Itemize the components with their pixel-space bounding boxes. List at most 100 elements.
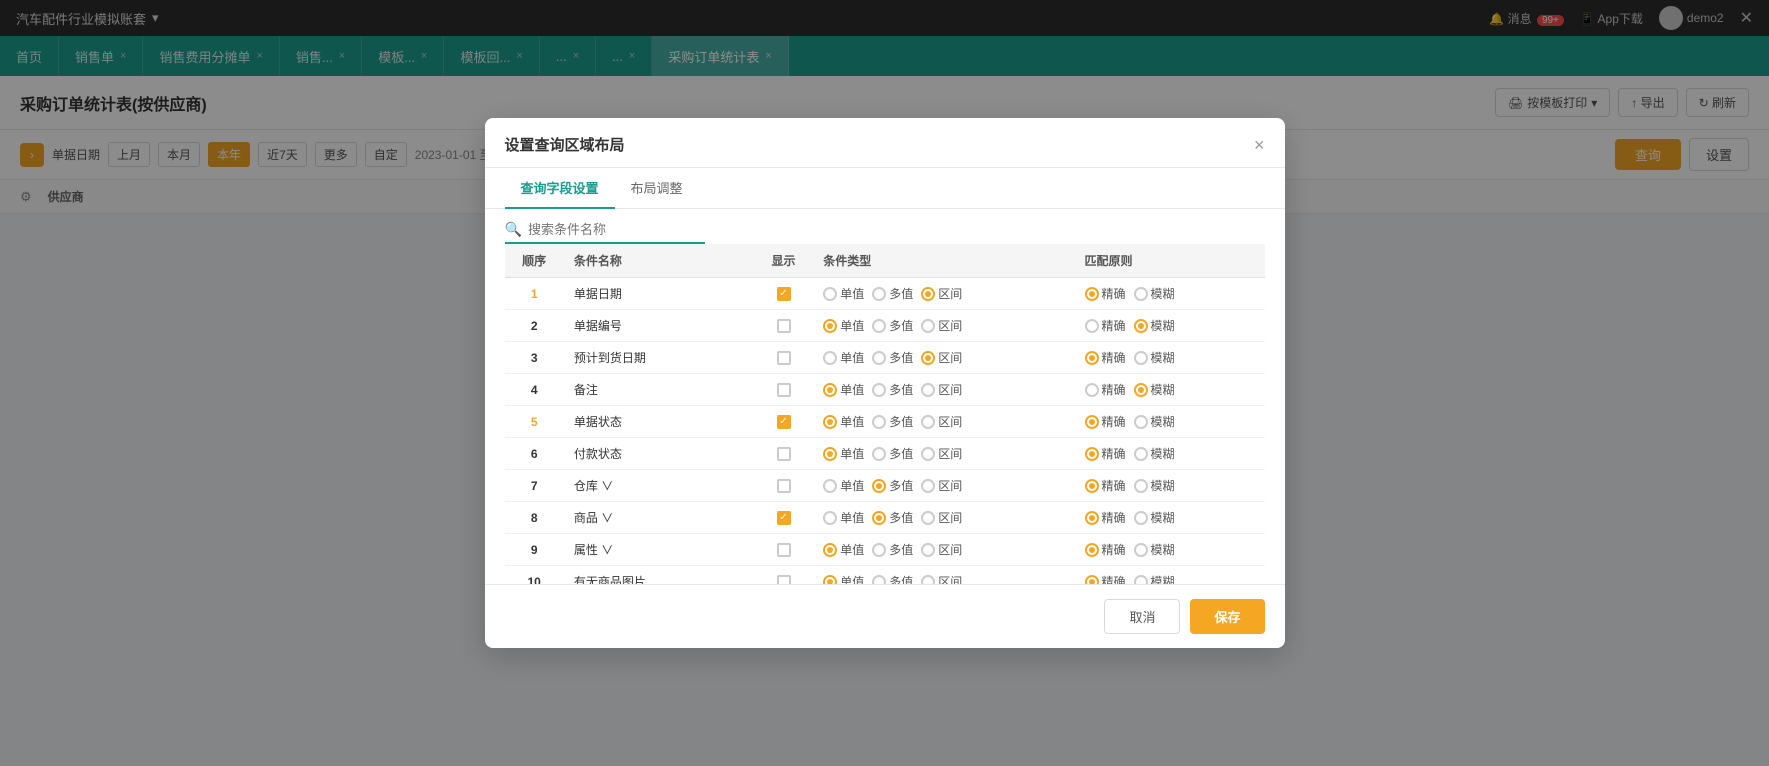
- radio-circle[interactable]: [921, 479, 935, 493]
- type-radio-item[interactable]: 单值: [823, 445, 864, 462]
- show-checkbox[interactable]: [777, 543, 791, 557]
- radio-circle[interactable]: [823, 415, 837, 429]
- type-radio-item[interactable]: 单值: [823, 477, 864, 494]
- radio-circle[interactable]: [823, 575, 837, 585]
- match-radio-item[interactable]: 精确: [1085, 541, 1126, 558]
- radio-circle[interactable]: [823, 543, 837, 557]
- radio-circle[interactable]: [872, 511, 886, 525]
- match-radio-circle[interactable]: [1085, 447, 1099, 461]
- match-radio-circle[interactable]: [1134, 383, 1148, 397]
- radio-circle[interactable]: [823, 447, 837, 461]
- show-checkbox[interactable]: [777, 415, 791, 429]
- match-radio-circle[interactable]: [1085, 479, 1099, 493]
- match-radio-item[interactable]: 精确: [1085, 317, 1126, 334]
- type-radio-item[interactable]: 区间: [921, 573, 962, 584]
- radio-circle[interactable]: [921, 319, 935, 333]
- type-radio-item[interactable]: 区间: [921, 317, 962, 334]
- match-radio-item[interactable]: 模糊: [1134, 509, 1175, 526]
- match-radio-circle[interactable]: [1134, 479, 1148, 493]
- match-radio-item[interactable]: 模糊: [1134, 445, 1175, 462]
- radio-circle[interactable]: [823, 511, 837, 525]
- match-radio-item[interactable]: 模糊: [1134, 477, 1175, 494]
- show-checkbox[interactable]: [777, 351, 791, 365]
- radio-circle[interactable]: [921, 543, 935, 557]
- type-radio-item[interactable]: 单值: [823, 573, 864, 584]
- radio-circle[interactable]: [921, 447, 935, 461]
- match-radio-circle[interactable]: [1134, 511, 1148, 525]
- type-radio-item[interactable]: 区间: [921, 381, 962, 398]
- type-radio-item[interactable]: 区间: [921, 477, 962, 494]
- type-radio-item[interactable]: 区间: [921, 509, 962, 526]
- radio-circle[interactable]: [823, 479, 837, 493]
- radio-circle[interactable]: [872, 479, 886, 493]
- match-radio-item[interactable]: 精确: [1085, 413, 1126, 430]
- match-radio-circle[interactable]: [1134, 319, 1148, 333]
- match-radio-item[interactable]: 模糊: [1134, 317, 1175, 334]
- show-checkbox[interactable]: [777, 511, 791, 525]
- radio-circle[interactable]: [921, 575, 935, 585]
- type-radio-item[interactable]: 多值: [872, 381, 913, 398]
- match-radio-item[interactable]: 模糊: [1134, 349, 1175, 366]
- dialog-close-btn[interactable]: ×: [1254, 136, 1265, 154]
- match-radio-circle[interactable]: [1085, 287, 1099, 301]
- match-radio-item[interactable]: 模糊: [1134, 381, 1175, 398]
- match-radio-item[interactable]: 模糊: [1134, 285, 1175, 302]
- show-checkbox[interactable]: [777, 575, 791, 585]
- radio-circle[interactable]: [872, 447, 886, 461]
- match-radio-item[interactable]: 精确: [1085, 349, 1126, 366]
- match-radio-circle[interactable]: [1085, 319, 1099, 333]
- type-radio-item[interactable]: 区间: [921, 349, 962, 366]
- match-radio-item[interactable]: 模糊: [1134, 541, 1175, 558]
- cancel-button[interactable]: 取消: [1104, 599, 1180, 634]
- match-radio-item[interactable]: 精确: [1085, 285, 1126, 302]
- match-radio-circle[interactable]: [1085, 511, 1099, 525]
- match-radio-circle[interactable]: [1085, 351, 1099, 365]
- match-radio-circle[interactable]: [1134, 287, 1148, 301]
- type-radio-item[interactable]: 多值: [872, 317, 913, 334]
- type-radio-item[interactable]: 多值: [872, 573, 913, 584]
- match-radio-circle[interactable]: [1134, 543, 1148, 557]
- radio-circle[interactable]: [823, 351, 837, 365]
- show-checkbox[interactable]: [777, 383, 791, 397]
- radio-circle[interactable]: [872, 351, 886, 365]
- type-radio-item[interactable]: 区间: [921, 445, 962, 462]
- match-radio-item[interactable]: 模糊: [1134, 413, 1175, 430]
- radio-circle[interactable]: [921, 383, 935, 397]
- radio-circle[interactable]: [872, 543, 886, 557]
- radio-circle[interactable]: [823, 287, 837, 301]
- type-radio-item[interactable]: 多值: [872, 477, 913, 494]
- radio-circle[interactable]: [872, 319, 886, 333]
- match-radio-item[interactable]: 精确: [1085, 477, 1126, 494]
- match-radio-item[interactable]: 精确: [1085, 445, 1126, 462]
- radio-circle[interactable]: [872, 383, 886, 397]
- match-radio-circle[interactable]: [1085, 383, 1099, 397]
- type-radio-item[interactable]: 多值: [872, 541, 913, 558]
- type-radio-item[interactable]: 区间: [921, 413, 962, 430]
- match-radio-item[interactable]: 精确: [1085, 573, 1126, 584]
- radio-circle[interactable]: [872, 287, 886, 301]
- radio-circle[interactable]: [921, 511, 935, 525]
- type-radio-item[interactable]: 单值: [823, 317, 864, 334]
- type-radio-item[interactable]: 多值: [872, 413, 913, 430]
- match-radio-circle[interactable]: [1085, 575, 1099, 585]
- radio-circle[interactable]: [872, 575, 886, 585]
- type-radio-item[interactable]: 多值: [872, 445, 913, 462]
- radio-circle[interactable]: [823, 383, 837, 397]
- dialog-tab-query-fields[interactable]: 查询字段设置: [505, 168, 615, 209]
- radio-circle[interactable]: [872, 415, 886, 429]
- type-radio-item[interactable]: 单值: [823, 541, 864, 558]
- type-radio-item[interactable]: 单值: [823, 413, 864, 430]
- match-radio-circle[interactable]: [1085, 543, 1099, 557]
- match-radio-item[interactable]: 精确: [1085, 381, 1126, 398]
- search-input[interactable]: [528, 222, 688, 237]
- type-radio-item[interactable]: 单值: [823, 349, 864, 366]
- show-checkbox[interactable]: [777, 447, 791, 461]
- type-radio-item[interactable]: 区间: [921, 541, 962, 558]
- type-radio-item[interactable]: 多值: [872, 349, 913, 366]
- type-radio-item[interactable]: 单值: [823, 509, 864, 526]
- match-radio-circle[interactable]: [1134, 415, 1148, 429]
- show-checkbox[interactable]: [777, 287, 791, 301]
- type-radio-item[interactable]: 单值: [823, 285, 864, 302]
- match-radio-circle[interactable]: [1134, 351, 1148, 365]
- type-radio-item[interactable]: 多值: [872, 509, 913, 526]
